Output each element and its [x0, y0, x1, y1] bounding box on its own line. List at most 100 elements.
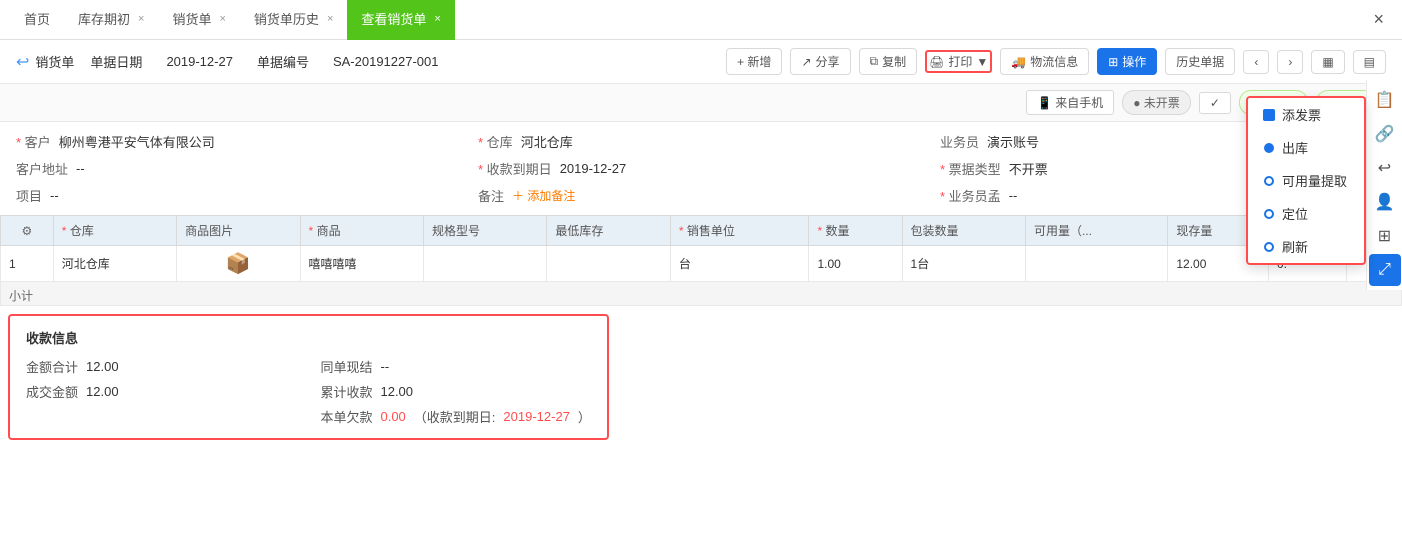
add-note-button[interactable]: ＋ 添加备注	[512, 187, 575, 204]
close-tab-view[interactable]: ×	[434, 13, 440, 25]
close-tab-sales[interactable]: ×	[219, 13, 225, 25]
operate-icon: ⊞	[1108, 55, 1118, 69]
due-note: （收款到期日:	[414, 407, 496, 426]
tab-sales-history[interactable]: 销货单历史 ×	[240, 0, 347, 40]
main-container: ↩ 销货单 单据日期 2019-12-27 单据编号 SA-20191227-0…	[0, 40, 1402, 533]
col-product: 商品	[300, 216, 423, 246]
tab-sales-order[interactable]: 销货单 ×	[158, 0, 239, 40]
note-field: 备注 ＋ 添加备注	[478, 186, 924, 205]
row-product: 嘻嘻嘻嘻	[300, 246, 423, 282]
subtotal-row: 小计	[1, 282, 1402, 306]
dropdown-available-extract[interactable]: 可用量提取	[1248, 164, 1364, 197]
row-available	[1025, 246, 1167, 282]
dropdown-locate[interactable]: 定位	[1248, 197, 1364, 230]
biz-staff-label: 业务员孟	[940, 186, 1001, 205]
col-available: 可用量（...	[1025, 216, 1167, 246]
due-end: ）	[578, 407, 591, 426]
share-button[interactable]: ↗ 分享	[790, 48, 850, 75]
right-icon-note[interactable]: 📋	[1369, 84, 1401, 116]
project-field: 项目 --	[16, 186, 462, 205]
operate-button[interactable]: ⊞ 操作	[1097, 48, 1157, 75]
customer-field: 客户 柳州粤港平安气体有限公司	[16, 132, 462, 151]
right-icon-undo[interactable]: ↩	[1369, 152, 1401, 184]
transaction-row: 成交金额 12.00	[26, 382, 296, 401]
col-warehouse: 仓库	[53, 216, 176, 246]
row-pack-qty: 1台	[902, 246, 1025, 282]
cumulative-row: 累计收款 12.00	[320, 382, 590, 401]
form-section: 客户 柳州粤港平安气体有限公司 仓库 河北仓库 业务员 演示账号 客户地址 --…	[0, 122, 1402, 215]
col-unit: 销售单位	[670, 216, 809, 246]
locate-icon	[1262, 207, 1276, 221]
ticket-type-value: 不开票	[1009, 159, 1048, 178]
tab-home[interactable]: 首页	[10, 0, 64, 40]
total-label: 金额合计	[26, 357, 78, 376]
nav-prev-button[interactable]: ‹	[1243, 50, 1269, 74]
history-records-button[interactable]: 历史单据	[1165, 48, 1235, 75]
same-settlement-value: --	[380, 359, 389, 374]
staff-label: 业务员	[940, 132, 979, 151]
from-phone-button[interactable]: 📱 来自手机	[1026, 90, 1114, 115]
col-qty: 数量	[809, 216, 902, 246]
tab-inventory-init[interactable]: 库存期初 ×	[64, 0, 158, 40]
right-icon-grid[interactable]: ⊞	[1369, 220, 1401, 252]
subtotal-cell: 小计	[1, 282, 1402, 306]
ticket-type-label: 票据类型	[940, 159, 1001, 178]
project-label: 项目	[16, 186, 42, 205]
row-qty: 1.00	[809, 246, 902, 282]
due-label: 本单欠款	[320, 407, 372, 426]
doc-header: ↩ 销货单 单据日期 2019-12-27 单据编号 SA-20191227-0…	[0, 40, 1402, 84]
logistics-button[interactable]: 🚚 物流信息	[1000, 48, 1089, 75]
doc-icon: ↩	[16, 52, 29, 72]
close-tab-inventory[interactable]: ×	[138, 13, 144, 25]
warehouse-value: 河北仓库	[521, 132, 573, 151]
payment-date-value: 2019-12-27	[560, 161, 627, 176]
cumulative-value: 12.00	[380, 384, 413, 399]
invoice-icon	[1262, 108, 1276, 122]
col-min-stock: 最低库存	[547, 216, 670, 246]
project-value: --	[50, 188, 59, 203]
right-icon-user[interactable]: 👤	[1369, 186, 1401, 218]
col-spec: 规格型号	[423, 216, 546, 246]
right-icons-panel: 📋 🔗 ↩ 👤 ⊞ ⤢	[1366, 80, 1402, 290]
staff-value: 演示账号	[987, 132, 1039, 151]
row-no: 1	[1, 246, 54, 282]
tab-bar: 首页 库存期初 × 销货单 × 销货单历史 × 查看销货单 × ×	[0, 0, 1402, 40]
main-close-button[interactable]: ×	[1365, 9, 1392, 30]
customer-label: 客户	[16, 132, 51, 151]
customer-value: 柳州粤港平安气体有限公司	[59, 132, 215, 151]
product-image: 📦	[226, 253, 251, 275]
date-label: 单据日期	[90, 52, 142, 71]
print-button[interactable]: 🖨 打印 ▼	[925, 50, 992, 73]
not-open-ticket-badge[interactable]: ● 未开票	[1122, 90, 1191, 115]
copy-button[interactable]: ⧉ 复制	[859, 48, 918, 75]
new-button[interactable]: + 新增	[726, 48, 782, 75]
due-date: 2019-12-27	[503, 409, 570, 424]
warehouse-label: 仓库	[478, 132, 513, 151]
total-value: 12.00	[86, 359, 119, 374]
dropdown-add-invoice[interactable]: 添发票	[1248, 98, 1364, 131]
check-button[interactable]: ✓	[1199, 92, 1231, 114]
same-settlement-label: 同单现结	[320, 357, 372, 376]
dropdown-refresh[interactable]: 刷新	[1248, 230, 1364, 263]
no-label: 单据编号	[257, 52, 309, 71]
view-grid2-button[interactable]: ▤	[1353, 50, 1386, 74]
check-icon: ✓	[1210, 96, 1220, 110]
nav-next-button[interactable]: ›	[1277, 50, 1303, 74]
tab-bar-right: ×	[1365, 9, 1392, 30]
doc-meta: 单据日期 2019-12-27 单据编号 SA-20191227-001	[90, 52, 438, 71]
right-icon-expand[interactable]: ⤢	[1369, 254, 1401, 286]
view-grid1-button[interactable]: ▦	[1311, 50, 1344, 74]
dropdown-outbound[interactable]: 出库	[1248, 131, 1364, 164]
logistics-icon: 🚚	[1011, 55, 1026, 69]
payment-grid: 金额合计 12.00 同单现结 -- 成交金额 12.00 累计收款 12.00	[26, 357, 591, 426]
doc-title-text: 销货单	[35, 52, 74, 71]
right-icon-link[interactable]: 🔗	[1369, 118, 1401, 150]
plus-icon: ＋	[512, 189, 524, 203]
close-tab-history[interactable]: ×	[327, 13, 333, 25]
note-label: 备注	[478, 186, 504, 205]
payment-date-field: 收款到期日 2019-12-27	[478, 159, 924, 178]
tab-view-sales[interactable]: 查看销货单 ×	[347, 0, 454, 40]
no-value: SA-20191227-001	[333, 54, 439, 69]
total-amount-row: 金额合计 12.00	[26, 357, 296, 376]
doc-actions: + 新增 ↗ 分享 ⧉ 复制 🖨 打印 ▼ 🚚 物流信息	[726, 48, 1386, 75]
